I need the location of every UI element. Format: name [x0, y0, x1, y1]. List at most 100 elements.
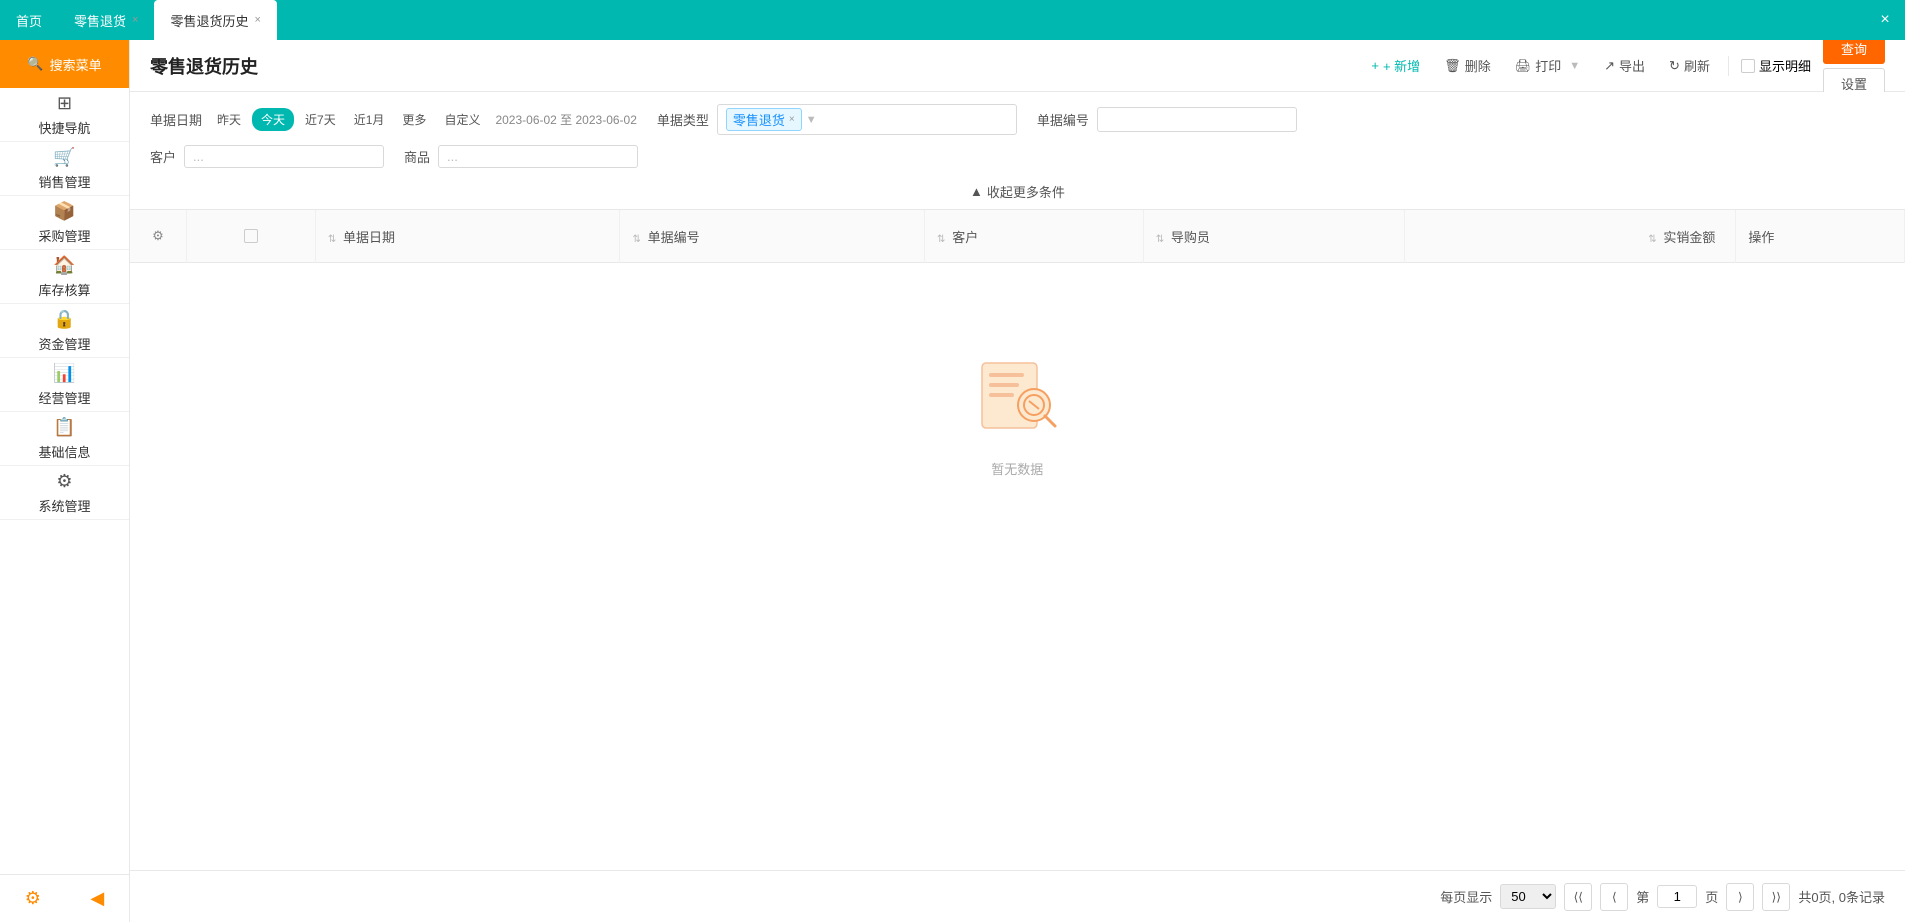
export-button[interactable]: ↗ 导出 — [1598, 52, 1651, 79]
tab-home-label: 首页 — [16, 11, 42, 30]
th-bill-no[interactable]: ⇅ 单据编号 — [620, 210, 925, 263]
settings-bottom-icon[interactable]: ⚙ — [25, 888, 41, 909]
th-action: 操作 — [1736, 210, 1905, 263]
th-customer[interactable]: ⇅ 客户 — [925, 210, 1144, 263]
th-date[interactable]: ⇅ 单据日期 — [315, 210, 620, 263]
date-btn-7days[interactable]: 近7天 — [298, 108, 343, 131]
sidebar-item-quick-nav[interactable]: ⊞ 快捷导航 — [0, 88, 129, 142]
goods-input-wrap[interactable]: ... — [438, 145, 638, 168]
export-label: 导出 — [1619, 56, 1645, 75]
sidebar-item-quick-nav-label: 快捷导航 — [38, 118, 90, 137]
sidebar-item-sales-mgmt[interactable]: 🛒 销售管理 — [0, 142, 129, 196]
content-area: 零售退货历史 + + 新增 🗑 删除 🖨 打印 ▼ ↗ 导出 — [130, 40, 1905, 922]
data-table: ⚙ ⇅ 单据日期 ⇅ 单据编号 — [130, 210, 1905, 558]
system-icon: ⚙ — [56, 471, 72, 492]
last-page-button[interactable]: ⟩⟩ — [1762, 883, 1790, 911]
date-filter-btns: 昨天 今天 近7天 近1月 更多 自定义 — [210, 108, 487, 131]
bill-type-tag-text: 零售退货 — [733, 110, 785, 129]
tab-retail-return-close[interactable]: × — [132, 14, 138, 26]
print-icon: 🖨 — [1515, 58, 1532, 74]
date-btn-today[interactable]: 今天 — [252, 108, 294, 131]
th-customer-label: 客户 — [952, 230, 978, 245]
sidebar-nav: ⊞ 快捷导航 🛒 销售管理 📦 采购管理 🏠 库存核算 🔒 资金管理 📊 — [0, 88, 129, 874]
filter-row-1: 单据日期 昨天 今天 近7天 近1月 更多 自定义 2023-06-02 至 2… — [150, 104, 1885, 135]
sales-icon: 🛒 — [53, 147, 75, 168]
sidebar-item-inventory-calc[interactable]: 🏠 库存核算 — [0, 250, 129, 304]
date-range-text: 2023-06-02 至 2023-06-02 — [495, 111, 636, 128]
purchase-icon: 📦 — [53, 201, 75, 222]
bill-type-tag-close[interactable]: × — [789, 114, 795, 125]
new-button[interactable]: + + 新增 — [1365, 52, 1426, 79]
sidebar-item-finance-mgmt-label: 资金管理 — [38, 334, 90, 353]
date-btn-custom[interactable]: 自定义 — [437, 108, 487, 131]
refresh-button[interactable]: ↻ 刷新 — [1663, 52, 1716, 79]
bill-type-wrap[interactable]: 零售退货 × ▼ — [717, 104, 1017, 135]
sidebar-item-finance-mgmt[interactable]: 🔒 资金管理 — [0, 304, 129, 358]
sidebar-search-label: 搜索菜单 — [50, 55, 102, 74]
toolbar: + + 新增 🗑 删除 🖨 打印 ▼ ↗ 导出 ↻ — [1365, 40, 1885, 99]
refresh-icon: ↻ — [1669, 58, 1680, 74]
page-suffix-label: 页 — [1705, 887, 1718, 906]
new-label: + 新增 — [1383, 56, 1420, 75]
goods-filter-item: 商品 ... — [404, 145, 638, 168]
delete-label: 删除 — [1465, 56, 1491, 75]
empty-state: 暂无数据 — [130, 263, 1905, 558]
th-settings: ⚙ — [130, 210, 187, 263]
date-btn-more[interactable]: 更多 — [395, 108, 433, 131]
page-number-input[interactable] — [1657, 885, 1697, 908]
print-label: 打印 — [1535, 56, 1561, 75]
sidebar-item-system-mgmt[interactable]: ⚙ 系统管理 — [0, 466, 129, 520]
th-guide-label: 导购员 — [1171, 230, 1210, 245]
tab-home[interactable]: 首页 — [0, 0, 58, 40]
th-action-label: 操作 — [1748, 230, 1774, 245]
goods-ellipsis: ... — [447, 149, 458, 164]
th-guide[interactable]: ⇅ 导购员 — [1143, 210, 1405, 263]
delete-button[interactable]: 🗑 删除 — [1438, 52, 1497, 79]
sidebar-item-ops-mgmt[interactable]: 📊 经营管理 — [0, 358, 129, 412]
sidebar-item-basic-info-label: 基础信息 — [38, 442, 90, 461]
sidebar-item-inventory-calc-label: 库存核算 — [38, 280, 90, 299]
sort-date-icon: ⇅ — [328, 234, 339, 245]
bill-no-input[interactable] — [1097, 107, 1297, 132]
bill-type-dropdown-arrow: ▼ — [806, 114, 817, 126]
per-page-select[interactable]: 50 100 200 — [1500, 884, 1556, 909]
sidebar-item-purchase-mgmt[interactable]: 📦 采购管理 — [0, 196, 129, 250]
display-detail-checkbox[interactable] — [1741, 59, 1755, 73]
collapse-sidebar-icon[interactable]: ◀ — [90, 888, 104, 909]
column-settings-button[interactable]: ⚙ — [142, 220, 174, 252]
tab-retail-return[interactable]: 零售退货 × — [58, 0, 154, 40]
prev-page-button[interactable]: ⟨ — [1600, 883, 1628, 911]
customer-input-wrap[interactable]: ... — [184, 145, 384, 168]
pagination-bar: 每页显示 50 100 200 ⟨⟨ ⟨ 第 页 ⟩ ⟩⟩ 共0页, 0条记录 — [130, 870, 1905, 922]
th-amount-label: 实销金额 — [1663, 230, 1715, 245]
bill-type-tag: 零售退货 × — [726, 108, 802, 131]
new-icon: + — [1371, 58, 1379, 73]
tab-retail-return-history-close[interactable]: × — [254, 14, 260, 26]
th-checkbox — [187, 210, 316, 263]
print-button[interactable]: 🖨 打印 ▼ — [1509, 52, 1586, 79]
next-page-button[interactable]: ⟩ — [1726, 883, 1754, 911]
customer-filter-item: 客户 ... — [150, 145, 384, 168]
query-settings-col: 查询 设置 — [1823, 40, 1885, 99]
empty-text: 暂无数据 — [991, 459, 1043, 478]
export-icon: ↗ — [1604, 58, 1615, 74]
select-all-checkbox[interactable] — [244, 229, 258, 243]
tab-retail-return-label: 零售退货 — [74, 11, 126, 30]
sidebar-search[interactable]: 🔍 搜索菜单 — [0, 40, 129, 88]
bill-type-filter-item: 单据类型 零售退货 × ▼ — [657, 104, 1017, 135]
first-page-button[interactable]: ⟨⟨ — [1564, 883, 1592, 911]
sidebar-item-basic-info[interactable]: 📋 基础信息 — [0, 412, 129, 466]
th-amount[interactable]: ⇅ 实销金额 — [1405, 210, 1736, 263]
inventory-icon: 🏠 — [53, 255, 75, 276]
window-close-button[interactable]: × — [1865, 0, 1905, 40]
table-body: 暂无数据 — [130, 263, 1905, 559]
page-header: 零售退货历史 + + 新增 🗑 删除 🖨 打印 ▼ ↗ 导出 — [130, 40, 1905, 92]
sidebar-item-ops-mgmt-label: 经营管理 — [38, 388, 90, 407]
tab-retail-return-history[interactable]: 零售退货历史 × — [154, 0, 276, 40]
query-button[interactable]: 查询 — [1823, 40, 1885, 64]
date-btn-yesterday[interactable]: 昨天 — [210, 108, 248, 131]
collapse-more-btn[interactable]: ▲ 收起更多条件 — [150, 178, 1885, 209]
search-icon: 🔍 — [27, 56, 43, 72]
collapse-up-icon: ▲ — [970, 184, 983, 199]
date-btn-1month[interactable]: 近1月 — [347, 108, 392, 131]
